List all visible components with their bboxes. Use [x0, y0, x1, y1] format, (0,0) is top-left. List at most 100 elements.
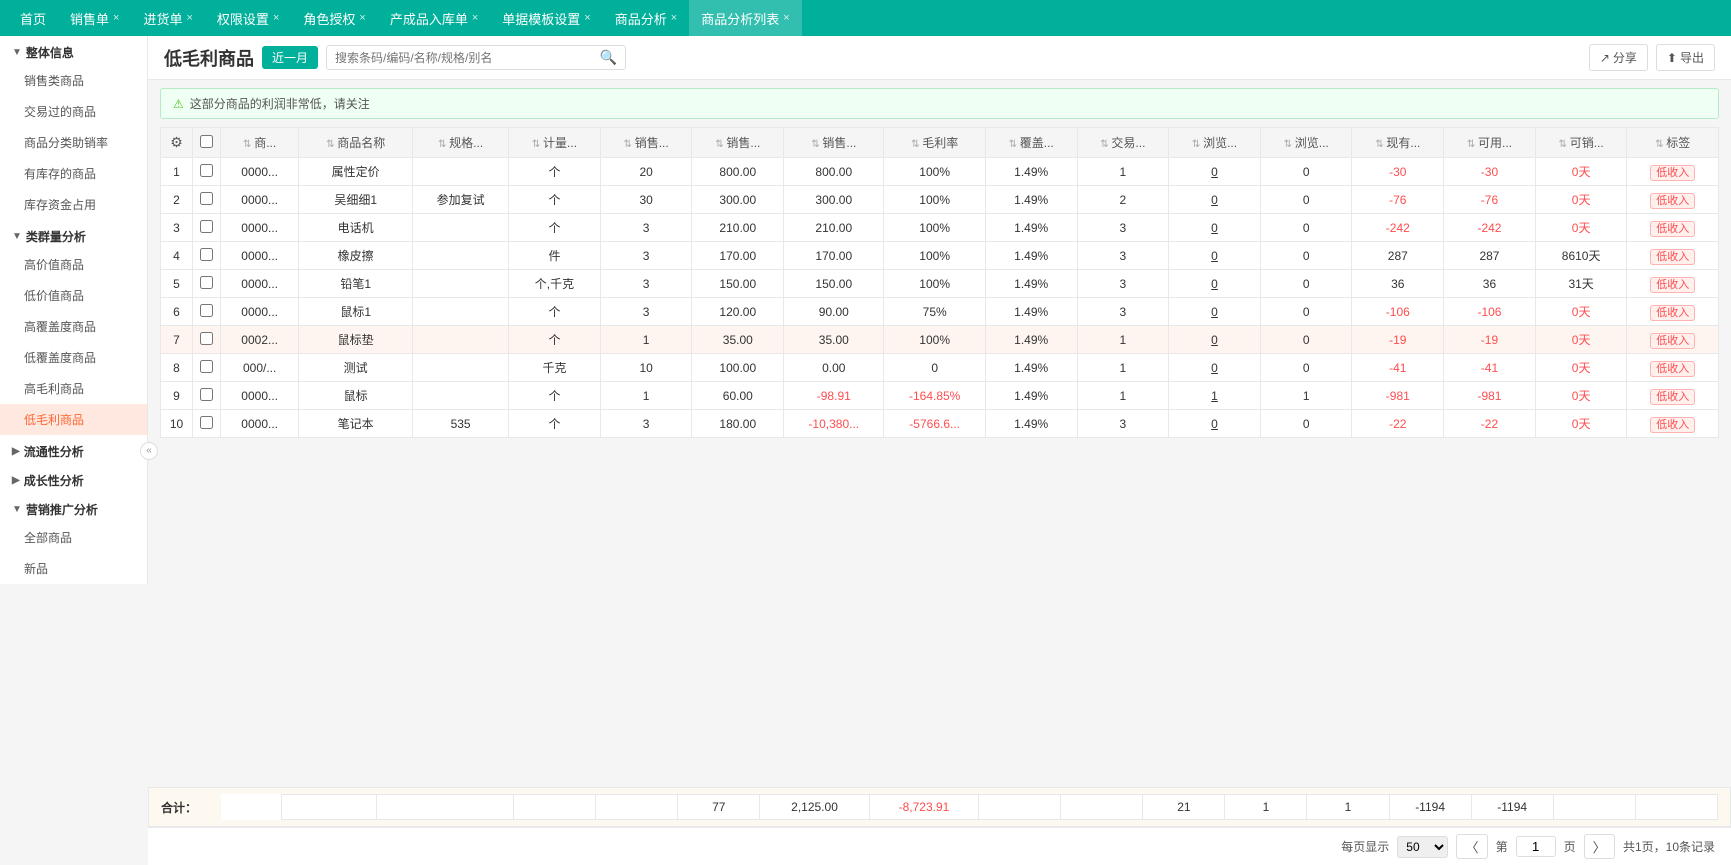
cell-tag: 低收入 [1627, 354, 1719, 382]
close-role-auth[interactable]: × [359, 12, 365, 24]
cell-view1[interactable]: 0 [1169, 326, 1261, 354]
row-checkbox[interactable] [200, 388, 213, 401]
nav-purchase-order[interactable]: 进货单 × [131, 0, 204, 36]
th-view2[interactable]: 浏览... [1260, 128, 1352, 158]
cell-trade: 1 [1077, 326, 1169, 354]
nav-home[interactable]: 首页 [8, 0, 58, 36]
settings-icon[interactable]: ⚙ [170, 134, 183, 150]
row-checkbox[interactable] [200, 248, 213, 261]
sidebar-item-traded-products[interactable]: 交易过的商品 [0, 96, 147, 127]
cell-checkbox[interactable] [193, 270, 221, 298]
row-checkbox[interactable] [200, 360, 213, 373]
search-icon[interactable]: 🔍 [600, 49, 617, 66]
close-permissions[interactable]: × [273, 12, 279, 24]
nav-permissions[interactable]: 权限设置 × [205, 0, 291, 36]
sidebar-item-capital-occupation[interactable]: 库存资金占用 [0, 189, 147, 220]
cell-view1[interactable]: 0 [1169, 298, 1261, 326]
sidebar-item-category-rate[interactable]: 商品分类助销率 [0, 127, 147, 158]
cell-view1[interactable]: 0 [1169, 214, 1261, 242]
cell-view1[interactable]: 0 [1169, 270, 1261, 298]
cell-checkbox[interactable] [193, 186, 221, 214]
per-page-select[interactable]: 50 100 200 [1397, 836, 1448, 858]
row-checkbox[interactable] [200, 164, 213, 177]
cell-checkbox[interactable] [193, 214, 221, 242]
page-suffix-label: 页 [1564, 838, 1576, 855]
time-filter-button[interactable]: 近一月 [262, 46, 318, 69]
sidebar-item-sales-products[interactable]: 销售类商品 [0, 65, 147, 96]
sidebar-item-high-margin[interactable]: 高毛利商品 [0, 373, 147, 404]
sidebar-item-stocked-products[interactable]: 有库存的商品 [0, 158, 147, 189]
th-sales-amount[interactable]: 销售... [692, 128, 784, 158]
cell-saleable: 0天 [1535, 186, 1627, 214]
th-view1[interactable]: 浏览... [1169, 128, 1261, 158]
sidebar-group-marketing[interactable]: ▼ 营销推广分析 [0, 493, 147, 522]
th-sales-qty[interactable]: 销售... [600, 128, 692, 158]
page-number-input[interactable] [1516, 836, 1556, 857]
th-tag[interactable]: 标签 [1627, 128, 1719, 158]
th-settings[interactable]: ⚙ [161, 128, 193, 158]
sidebar-group-overall[interactable]: ▼ 整体信息 [0, 36, 147, 65]
sidebar-item-high-coverage[interactable]: 高覆盖度商品 [0, 311, 147, 342]
row-checkbox[interactable] [200, 332, 213, 345]
cell-view1[interactable]: 0 [1169, 186, 1261, 214]
cell-checkbox[interactable] [193, 382, 221, 410]
cell-checkbox[interactable] [193, 158, 221, 186]
cell-view1[interactable]: 1 [1169, 382, 1261, 410]
th-current-stock[interactable]: 现有... [1352, 128, 1444, 158]
nav-template-settings[interactable]: 单据模板设置 × [490, 0, 602, 36]
cell-checkbox[interactable] [193, 410, 221, 438]
th-spec[interactable]: 规格... [413, 128, 509, 158]
th-sales-profit[interactable]: 销售... [784, 128, 884, 158]
nav-product-analysis-list[interactable]: 商品分析列表 × [689, 0, 801, 36]
sidebar-item-all-products[interactable]: 全部商品 [0, 522, 147, 553]
th-trade[interactable]: 交易... [1077, 128, 1169, 158]
select-all-checkbox[interactable] [200, 135, 213, 148]
row-checkbox[interactable] [200, 220, 213, 233]
search-input[interactable] [335, 51, 600, 65]
next-page-button[interactable]: 〉 [1584, 834, 1615, 859]
close-product-entry[interactable]: × [472, 12, 478, 24]
sidebar-item-low-margin[interactable]: 低毛利商品 [0, 404, 147, 435]
sidebar-item-new-products[interactable]: 新品 [0, 553, 147, 584]
prev-page-button[interactable]: 〈 [1456, 834, 1487, 859]
cell-checkbox[interactable] [193, 326, 221, 354]
sidebar-group-cluster[interactable]: ▼ 类群量分析 [0, 220, 147, 249]
row-checkbox[interactable] [200, 416, 213, 429]
close-template-settings[interactable]: × [584, 12, 590, 24]
th-available[interactable]: 可用... [1444, 128, 1536, 158]
close-purchase-order[interactable]: × [186, 12, 192, 24]
export-button[interactable]: ⬆ 导出 [1656, 44, 1715, 71]
cell-checkbox[interactable] [193, 298, 221, 326]
cell-view1[interactable]: 0 [1169, 410, 1261, 438]
row-checkbox[interactable] [200, 192, 213, 205]
th-name[interactable]: 商品名称 [299, 128, 413, 158]
nav-product-analysis[interactable]: 商品分析 × [603, 0, 689, 36]
collapse-sidebar-button[interactable]: « [140, 442, 158, 460]
th-saleable[interactable]: 可销... [1535, 128, 1627, 158]
th-code[interactable]: 商... [221, 128, 299, 158]
nav-product-entry[interactable]: 产成品入库单 × [378, 0, 490, 36]
th-coverage[interactable]: 覆盖... [985, 128, 1077, 158]
row-checkbox[interactable] [200, 304, 213, 317]
share-button[interactable]: ↗ 分享 [1589, 44, 1648, 71]
cell-rownum: 5 [161, 270, 193, 298]
cell-checkbox[interactable] [193, 242, 221, 270]
close-product-analysis-list[interactable]: × [783, 12, 789, 24]
row-checkbox[interactable] [200, 276, 213, 289]
sidebar-group-liquidity[interactable]: ▶ 流通性分析 [0, 435, 147, 464]
th-unit[interactable]: 计量... [509, 128, 601, 158]
close-sales-order[interactable]: × [113, 12, 119, 24]
sidebar-item-low-coverage[interactable]: 低覆盖度商品 [0, 342, 147, 373]
th-checkbox[interactable] [193, 128, 221, 158]
nav-sales-order[interactable]: 销售单 × [58, 0, 131, 36]
sidebar-item-high-value[interactable]: 高价值商品 [0, 249, 147, 280]
nav-role-auth[interactable]: 角色授权 × [291, 0, 377, 36]
cell-view1[interactable]: 0 [1169, 242, 1261, 270]
cell-checkbox[interactable] [193, 354, 221, 382]
sidebar-item-low-value[interactable]: 低价值商品 [0, 280, 147, 311]
close-product-analysis[interactable]: × [671, 12, 677, 24]
th-gross-rate[interactable]: 毛利率 [884, 128, 985, 158]
cell-view1[interactable]: 0 [1169, 354, 1261, 382]
cell-view1[interactable]: 0 [1169, 158, 1261, 186]
sidebar-group-growth[interactable]: ▶ 成长性分析 [0, 464, 147, 493]
